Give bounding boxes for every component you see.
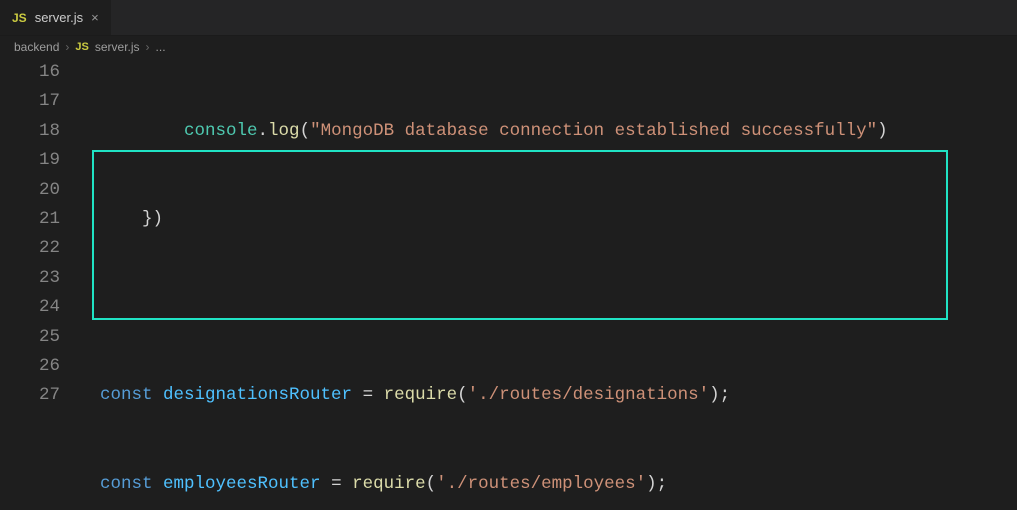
code-line[interactable]: console.log("MongoDB database connection… xyxy=(100,117,1017,146)
line-number: 17 xyxy=(0,87,78,116)
code-editor[interactable]: 161718192021222324252627 console.log("Mo… xyxy=(0,58,1017,510)
breadcrumb-file[interactable]: server.js xyxy=(95,40,140,54)
breadcrumb-root[interactable]: backend xyxy=(14,40,59,54)
tab-bar: JS server.js × xyxy=(0,0,1017,36)
line-number: 20 xyxy=(0,176,78,205)
code-content[interactable]: console.log("MongoDB database connection… xyxy=(100,58,1017,510)
chevron-right-icon: › xyxy=(65,40,69,54)
line-number: 16 xyxy=(0,58,78,87)
tab-server-js[interactable]: JS server.js × xyxy=(0,0,112,35)
line-number: 18 xyxy=(0,117,78,146)
breadcrumb[interactable]: backend › JS server.js › ... xyxy=(0,36,1017,58)
js-file-icon: JS xyxy=(75,41,88,53)
line-number: 24 xyxy=(0,293,78,322)
code-line[interactable]: const employeesRouter = require('./route… xyxy=(100,470,1017,499)
line-number-gutter: 161718192021222324252627 xyxy=(0,58,78,411)
line-number: 23 xyxy=(0,264,78,293)
line-number: 21 xyxy=(0,205,78,234)
line-number: 27 xyxy=(0,381,78,410)
js-file-icon: JS xyxy=(12,11,27,25)
breadcrumb-trailing: ... xyxy=(156,40,166,54)
line-number: 22 xyxy=(0,234,78,263)
tab-filename: server.js xyxy=(35,10,83,25)
line-number: 26 xyxy=(0,352,78,381)
code-line[interactable] xyxy=(100,293,1017,322)
line-number: 25 xyxy=(0,323,78,352)
line-number: 19 xyxy=(0,146,78,175)
code-line[interactable]: const designationsRouter = require('./ro… xyxy=(100,381,1017,410)
close-icon[interactable]: × xyxy=(91,10,99,25)
code-line[interactable]: }) xyxy=(100,205,1017,234)
chevron-right-icon: › xyxy=(146,40,150,54)
